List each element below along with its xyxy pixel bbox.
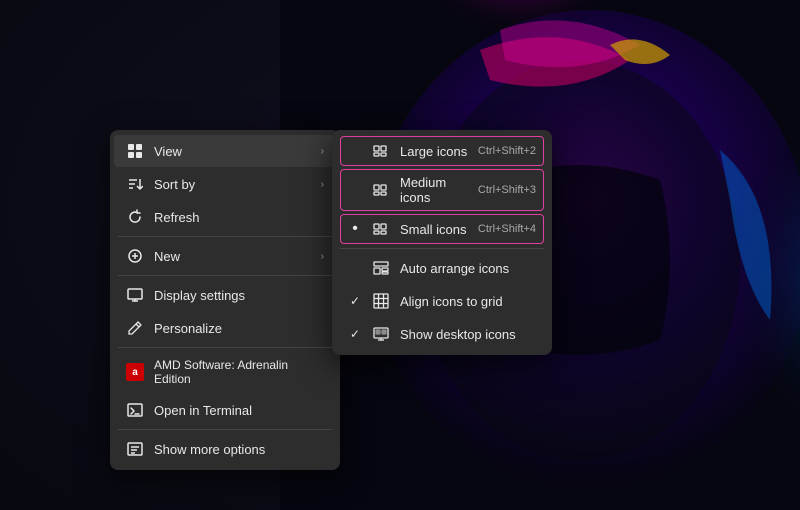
show-desktop-check: ✓ <box>348 327 362 341</box>
submenu-item-large-icons-label: Large icons <box>400 144 468 159</box>
sortby-arrow-icon: › <box>321 179 324 190</box>
menu-item-amd[interactable]: a AMD Software: Adrenalin Edition <box>114 351 336 393</box>
submenu-item-large-icons[interactable]: Large icons Ctrl+Shift+2 <box>336 135 548 167</box>
auto-arrange-icon <box>372 259 390 277</box>
menu-item-display-settings[interactable]: Display settings <box>114 279 336 311</box>
large-icons-icon <box>372 142 390 160</box>
show-desktop-icon <box>372 325 390 343</box>
submenu-item-show-desktop-label: Show desktop icons <box>400 327 536 342</box>
new-icon <box>126 247 144 265</box>
menu-item-refresh-label: Refresh <box>154 210 324 225</box>
small-icons-check: • <box>348 221 362 237</box>
divider-1 <box>118 236 332 237</box>
personalize-icon <box>126 319 144 337</box>
submenu-item-small-icons[interactable]: • Small icons Ctrl+Shift+4 <box>336 213 548 245</box>
menu-item-personalize[interactable]: Personalize <box>114 312 336 344</box>
divider-2 <box>118 275 332 276</box>
menu-item-view[interactable]: View › <box>114 135 336 167</box>
menu-item-sortby-label: Sort by <box>154 177 311 192</box>
menu-item-sort-by[interactable]: Sort by › <box>114 168 336 200</box>
align-grid-check: ✓ <box>348 294 362 308</box>
menu-item-personalize-label: Personalize <box>154 321 324 336</box>
view-submenu: Large icons Ctrl+Shift+2 Medium icons Ct… <box>332 130 552 355</box>
display-icon <box>126 286 144 304</box>
refresh-icon <box>126 208 144 226</box>
menu-item-display-label: Display settings <box>154 288 324 303</box>
sort-icon <box>126 175 144 193</box>
divider-4 <box>118 429 332 430</box>
menu-item-terminal[interactable]: Open in Terminal <box>114 394 336 426</box>
submenu-divider <box>340 248 544 249</box>
menu-item-new[interactable]: New › <box>114 240 336 272</box>
submenu-item-medium-icons[interactable]: Medium icons Ctrl+Shift+3 <box>336 168 548 212</box>
submenu-item-auto-arrange[interactable]: Auto arrange icons <box>336 252 548 284</box>
menu-item-terminal-label: Open in Terminal <box>154 403 324 418</box>
context-menu: View › Sort by › Refresh <box>110 130 340 470</box>
small-icons-icon <box>372 220 390 238</box>
new-arrow-icon: › <box>321 251 324 262</box>
terminal-icon <box>126 401 144 419</box>
small-icons-shortcut: Ctrl+Shift+4 <box>478 223 536 235</box>
amd-icon: a <box>126 363 144 381</box>
menu-item-view-label: View <box>154 144 311 159</box>
grid-icon <box>126 142 144 160</box>
more-icon <box>126 440 144 458</box>
view-arrow-icon: › <box>321 146 324 157</box>
medium-icons-icon <box>372 181 390 199</box>
menu-item-amd-label: AMD Software: Adrenalin Edition <box>154 358 324 386</box>
submenu-item-medium-icons-label: Medium icons <box>400 175 468 205</box>
menu-item-more-options-label: Show more options <box>154 442 324 457</box>
align-grid-icon <box>372 292 390 310</box>
divider-3 <box>118 347 332 348</box>
submenu-item-align-grid-label: Align icons to grid <box>400 294 536 309</box>
menu-item-refresh[interactable]: Refresh <box>114 201 336 233</box>
large-icons-shortcut: Ctrl+Shift+2 <box>478 145 536 157</box>
medium-icons-shortcut: Ctrl+Shift+3 <box>478 184 536 196</box>
menu-item-more-options[interactable]: Show more options <box>114 433 336 465</box>
submenu-item-auto-arrange-label: Auto arrange icons <box>400 261 536 276</box>
submenu-item-align-grid[interactable]: ✓ Align icons to grid <box>336 285 548 317</box>
submenu-item-small-icons-label: Small icons <box>400 222 468 237</box>
submenu-item-show-desktop[interactable]: ✓ Show desktop icons <box>336 318 548 350</box>
menu-item-new-label: New <box>154 249 311 264</box>
